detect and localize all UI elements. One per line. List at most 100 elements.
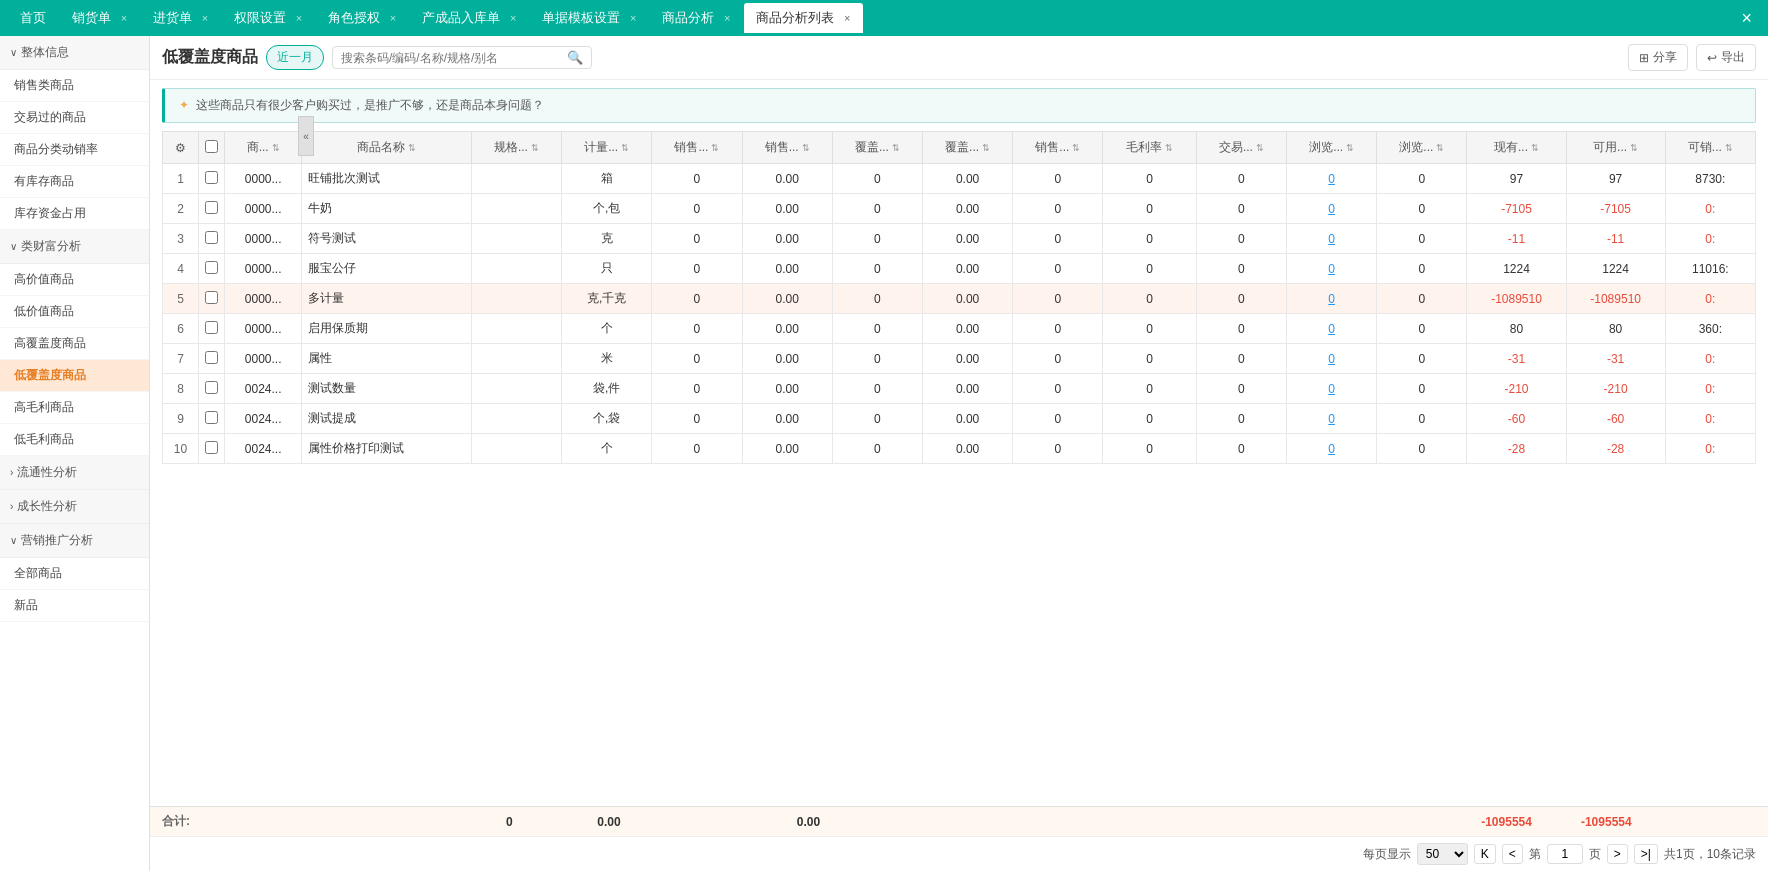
close-template-tab-icon[interactable]: ×	[630, 12, 636, 24]
select-all-checkbox[interactable]	[205, 140, 218, 153]
sellable-column-header[interactable]: 可销...⇅	[1665, 132, 1755, 164]
row-checkbox-cell[interactable]	[199, 284, 225, 314]
row-checkbox-cell[interactable]	[199, 254, 225, 284]
nav-tab-permissions[interactable]: 权限设置 ×	[222, 3, 314, 33]
close-roles-tab-icon[interactable]: ×	[390, 12, 396, 24]
nav-tab-product-analysis-list[interactable]: 商品分析列表 ×	[744, 3, 862, 33]
row-checkbox[interactable]	[205, 381, 218, 394]
next-page-button[interactable]: >	[1607, 844, 1628, 864]
spec-column-header[interactable]: 规格...⇅	[471, 132, 561, 164]
row-view1[interactable]: 0	[1287, 164, 1377, 194]
last-page-button[interactable]: >|	[1634, 844, 1658, 864]
row-checkbox-cell[interactable]	[199, 374, 225, 404]
row-checkbox-cell[interactable]	[199, 194, 225, 224]
nav-tab-roles[interactable]: 角色授权 ×	[316, 3, 408, 33]
close-finished-goods-tab-icon[interactable]: ×	[510, 12, 516, 24]
view1-link[interactable]: 0	[1328, 292, 1335, 306]
row-checkbox-cell[interactable]	[199, 404, 225, 434]
sidebar-group-overall[interactable]: ∨ 整体信息	[0, 36, 149, 70]
sidebar-group-wealth-analysis[interactable]: ∨ 类财富分析	[0, 230, 149, 264]
margin-column-header[interactable]: 毛利率⇅	[1103, 132, 1196, 164]
row-checkbox[interactable]	[205, 201, 218, 214]
close-product-analysis-tab-icon[interactable]: ×	[724, 12, 730, 24]
prev-page-button[interactable]: <	[1502, 844, 1523, 864]
sidebar-item-new-goods[interactable]: 新品	[0, 590, 149, 622]
row-checkbox[interactable]	[205, 351, 218, 364]
view2-column-header[interactable]: 浏览...⇅	[1377, 132, 1467, 164]
sales-count-column-header[interactable]: 销售...⇅	[652, 132, 742, 164]
cover1-column-header[interactable]: 覆盖...⇅	[832, 132, 922, 164]
row-checkbox[interactable]	[205, 231, 218, 244]
nav-tab-sales[interactable]: 销货单 ×	[60, 3, 139, 33]
row-view1[interactable]: 0	[1287, 374, 1377, 404]
row-checkbox[interactable]	[205, 291, 218, 304]
settings-column-header[interactable]: ⚙	[163, 132, 199, 164]
cover2-column-header[interactable]: 覆盖...⇅	[923, 132, 1013, 164]
view1-link[interactable]: 0	[1328, 262, 1335, 276]
code-column-header[interactable]: 商...⇅	[225, 132, 302, 164]
sidebar-group-marketing[interactable]: ∨ 营销推广分析	[0, 524, 149, 558]
view1-link[interactable]: 0	[1328, 442, 1335, 456]
row-view1[interactable]: 0	[1287, 434, 1377, 464]
nav-tab-home[interactable]: 首页	[8, 3, 58, 33]
view1-link[interactable]: 0	[1328, 202, 1335, 216]
row-checkbox[interactable]	[205, 441, 218, 454]
stock1-column-header[interactable]: 现有...⇅	[1467, 132, 1566, 164]
row-view1[interactable]: 0	[1287, 254, 1377, 284]
row-checkbox-cell[interactable]	[199, 314, 225, 344]
sales-amount-column-header[interactable]: 销售...⇅	[742, 132, 832, 164]
search-input[interactable]	[341, 51, 567, 65]
sidebar-item-high-value[interactable]: 高价值商品	[0, 264, 149, 296]
nav-tab-purchase[interactable]: 进货单 ×	[141, 3, 220, 33]
view1-link[interactable]: 0	[1328, 172, 1335, 186]
sidebar-item-all-goods[interactable]: 全部商品	[0, 558, 149, 590]
row-view1[interactable]: 0	[1287, 194, 1377, 224]
row-view1[interactable]: 0	[1287, 314, 1377, 344]
sidebar-group-growth[interactable]: › 成长性分析	[0, 490, 149, 524]
row-checkbox[interactable]	[205, 411, 218, 424]
sidebar-item-high-coverage[interactable]: 高覆盖度商品	[0, 328, 149, 360]
close-sales-tab-icon[interactable]: ×	[121, 12, 127, 24]
row-view1[interactable]: 0	[1287, 404, 1377, 434]
close-permissions-tab-icon[interactable]: ×	[296, 12, 302, 24]
sidebar-item-low-coverage[interactable]: 低覆盖度商品	[0, 360, 149, 392]
sidebar-item-stocked-goods[interactable]: 有库存商品	[0, 166, 149, 198]
close-purchase-tab-icon[interactable]: ×	[202, 12, 208, 24]
name-column-header[interactable]: 商品名称⇅	[302, 132, 472, 164]
sidebar-item-inventory-funds[interactable]: 库存资金占用	[0, 198, 149, 230]
first-page-button[interactable]: K	[1474, 844, 1496, 864]
row-checkbox[interactable]	[205, 171, 218, 184]
window-close-button[interactable]: ×	[1733, 8, 1760, 29]
row-checkbox-cell[interactable]	[199, 344, 225, 374]
unit-column-header[interactable]: 计量...⇅	[562, 132, 652, 164]
sales3-column-header[interactable]: 销售...⇅	[1013, 132, 1103, 164]
checkbox-column-header[interactable]	[199, 132, 225, 164]
view1-link[interactable]: 0	[1328, 322, 1335, 336]
page-number-input[interactable]	[1547, 844, 1583, 864]
sidebar-item-high-margin[interactable]: 高毛利商品	[0, 392, 149, 424]
export-button[interactable]: ↩ 导出	[1696, 44, 1756, 71]
nav-tab-finished-goods[interactable]: 产成品入库单 ×	[410, 3, 528, 33]
row-view1[interactable]: 0	[1287, 284, 1377, 314]
view1-link[interactable]: 0	[1328, 352, 1335, 366]
row-checkbox-cell[interactable]	[199, 224, 225, 254]
stock2-column-header[interactable]: 可用...⇅	[1566, 132, 1665, 164]
view1-column-header[interactable]: 浏览...⇅	[1287, 132, 1377, 164]
time-filter-button[interactable]: 近一月	[266, 45, 324, 70]
close-analysis-list-tab-icon[interactable]: ×	[844, 12, 850, 24]
sidebar-collapse-button[interactable]: «	[298, 116, 314, 156]
sidebar-item-traded-goods[interactable]: 交易过的商品	[0, 102, 149, 134]
sidebar-item-sales-goods[interactable]: 销售类商品	[0, 70, 149, 102]
sidebar-item-low-value[interactable]: 低价值商品	[0, 296, 149, 328]
view1-link[interactable]: 0	[1328, 382, 1335, 396]
row-checkbox-cell[interactable]	[199, 434, 225, 464]
row-checkbox[interactable]	[205, 261, 218, 274]
share-button[interactable]: ⊞ 分享	[1628, 44, 1688, 71]
view1-link[interactable]: 0	[1328, 232, 1335, 246]
trade-column-header[interactable]: 交易...⇅	[1196, 132, 1286, 164]
sidebar-item-category-activity[interactable]: 商品分类动销率	[0, 134, 149, 166]
per-page-select[interactable]: 50 10 20 100	[1417, 843, 1468, 865]
sidebar-item-low-margin[interactable]: 低毛利商品	[0, 424, 149, 456]
row-view1[interactable]: 0	[1287, 344, 1377, 374]
row-checkbox-cell[interactable]	[199, 164, 225, 194]
